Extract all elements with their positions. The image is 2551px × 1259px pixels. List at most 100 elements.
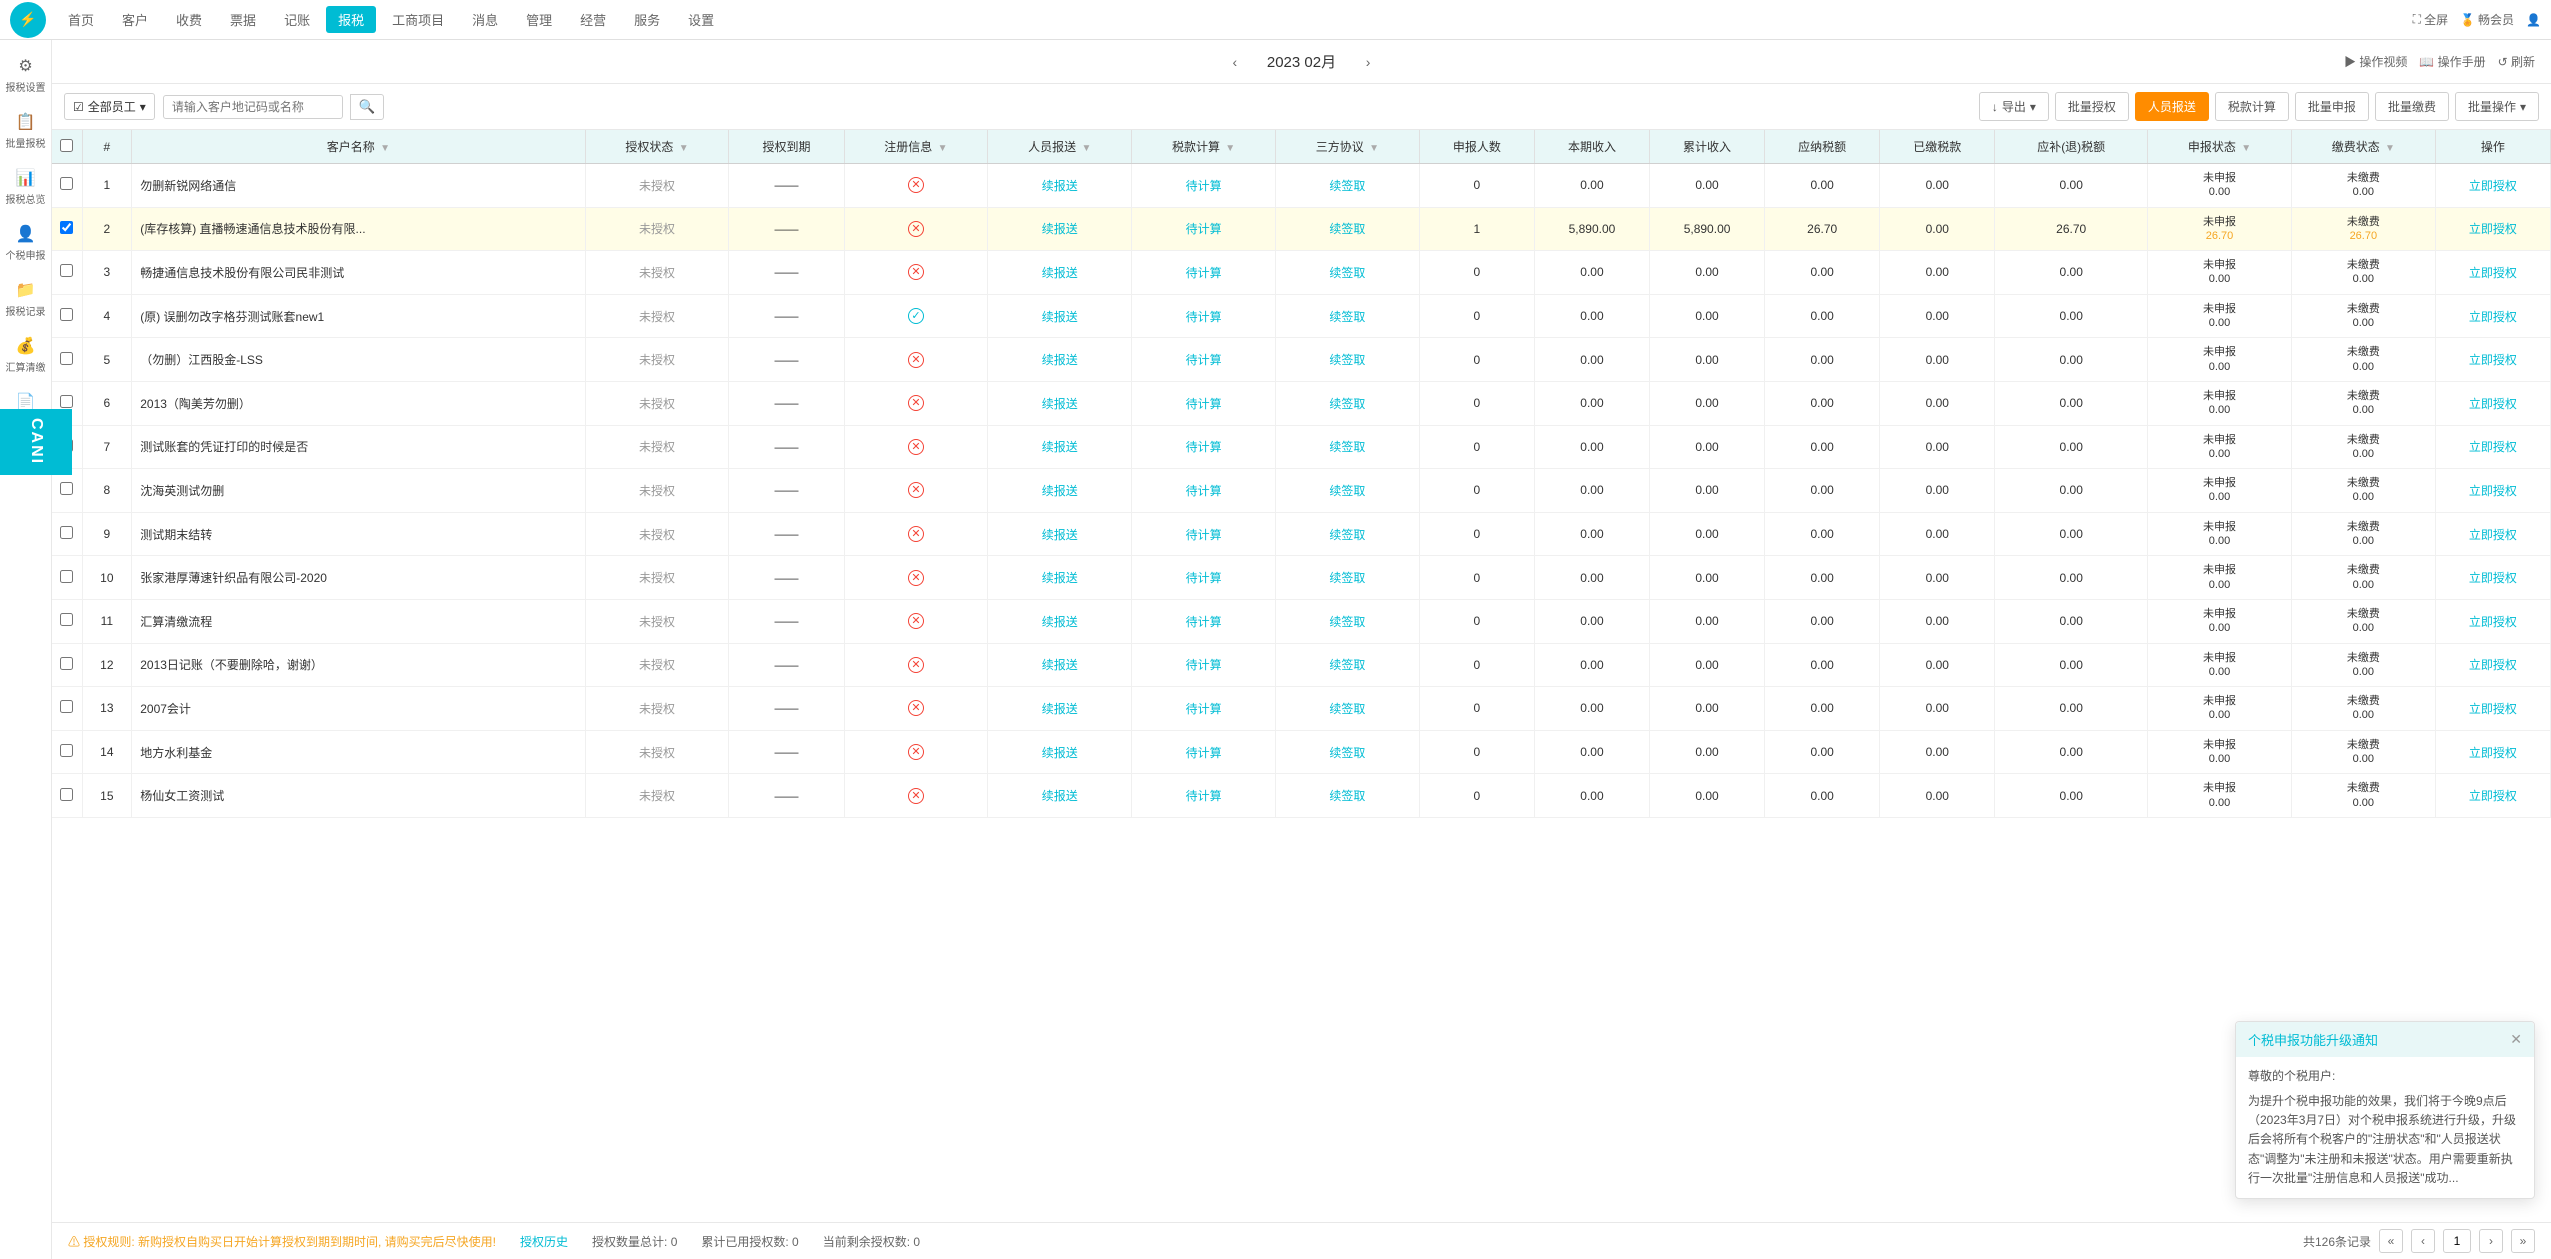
tax-calc-link[interactable]: 待计算 [1186, 789, 1222, 803]
tax-calc-btn[interactable]: 税款计算 [2215, 92, 2289, 121]
nav-item-报税[interactable]: 报税 [326, 6, 376, 33]
action-link[interactable]: 立即授权 [2469, 266, 2517, 280]
person-send-link[interactable]: 续报送 [1042, 266, 1078, 280]
person-send-link[interactable]: 续报送 [1042, 484, 1078, 498]
row-checkbox[interactable] [60, 395, 73, 408]
sidebar-item-personal-tax[interactable]: 👤个税申报 [4, 216, 48, 268]
nav-item-设置[interactable]: 设置 [676, 6, 726, 33]
triparty-link[interactable]: 续签取 [1329, 179, 1365, 193]
triparty-link[interactable]: 续签取 [1329, 397, 1365, 411]
row-checkbox[interactable] [60, 657, 73, 670]
operation-video-link[interactable]: ▶ 操作视频 [2344, 53, 2407, 70]
tax-calc-link[interactable]: 待计算 [1186, 353, 1222, 367]
name-filter-icon[interactable]: ▼ [380, 143, 390, 154]
user-icon[interactable]: 👤 [2526, 13, 2541, 27]
sidebar-item-remit-tax[interactable]: 💰汇算清缴 [4, 328, 48, 380]
prev-month-btn[interactable]: ‹ [1223, 50, 1247, 74]
select-all-checkbox[interactable] [60, 139, 73, 152]
member-btn[interactable]: 🏅 畅会员 [2460, 11, 2514, 28]
action-link[interactable]: 立即授权 [2469, 746, 2517, 760]
tax-calc-link[interactable]: 待计算 [1186, 571, 1222, 585]
tax-calc-link[interactable]: 待计算 [1186, 484, 1222, 498]
nav-item-经营[interactable]: 经营 [568, 6, 618, 33]
last-page-btn[interactable]: » [2511, 1229, 2535, 1253]
bulk-auth-btn[interactable]: 批量授权 [2055, 92, 2129, 121]
row-checkbox[interactable] [60, 482, 73, 495]
action-link[interactable]: 立即授权 [2469, 353, 2517, 367]
tax-calc-filter-icon[interactable]: ▼ [1225, 143, 1235, 154]
row-checkbox[interactable] [60, 264, 73, 277]
cani-badge[interactable]: CANI [0, 409, 72, 475]
action-link[interactable]: 立即授权 [2469, 310, 2517, 324]
triparty-filter-icon[interactable]: ▼ [1369, 143, 1379, 154]
person-send-link[interactable]: 续报送 [1042, 310, 1078, 324]
action-link[interactable]: 立即授权 [2469, 702, 2517, 716]
row-checkbox[interactable] [60, 744, 73, 757]
action-link[interactable]: 立即授权 [2469, 571, 2517, 585]
tax-calc-link[interactable]: 待计算 [1186, 615, 1222, 629]
next-month-btn[interactable]: › [1356, 50, 1380, 74]
triparty-link[interactable]: 续签取 [1329, 440, 1365, 454]
fullscreen-btn[interactable]: ⛶ 全屏 [2413, 11, 2448, 28]
personal-send-btn[interactable]: 人员报送 [2135, 92, 2209, 121]
action-link[interactable]: 立即授权 [2469, 484, 2517, 498]
export-btn[interactable]: ↓ 导出 ▾ [1979, 92, 2049, 121]
person-send-link[interactable]: 续报送 [1042, 222, 1078, 236]
row-checkbox[interactable] [60, 177, 73, 190]
col-header-checkbox[interactable] [52, 130, 82, 164]
row-checkbox[interactable] [60, 352, 73, 365]
triparty-link[interactable]: 续签取 [1329, 353, 1365, 367]
tax-calc-link[interactable]: 待计算 [1186, 222, 1222, 236]
row-checkbox[interactable] [60, 526, 73, 539]
notification-close-btn[interactable]: ✕ [2510, 1031, 2522, 1048]
sidebar-item-bulk-tax[interactable]: 📋批量报税 [4, 104, 48, 156]
triparty-link[interactable]: 续签取 [1329, 484, 1365, 498]
action-link[interactable]: 立即授权 [2469, 179, 2517, 193]
bulk-file-btn[interactable]: 批量申报 [2295, 92, 2369, 121]
person-send-link[interactable]: 续报送 [1042, 658, 1078, 672]
nav-item-记账[interactable]: 记账 [272, 6, 322, 33]
person-send-link[interactable]: 续报送 [1042, 746, 1078, 760]
triparty-link[interactable]: 续签取 [1329, 702, 1365, 716]
bulk-pay-btn[interactable]: 批量缴费 [2375, 92, 2449, 121]
tax-calc-link[interactable]: 待计算 [1186, 702, 1222, 716]
auth-status-filter-icon[interactable]: ▼ [679, 143, 689, 154]
triparty-link[interactable]: 续签取 [1329, 528, 1365, 542]
row-checkbox[interactable] [60, 613, 73, 626]
triparty-link[interactable]: 续签取 [1329, 658, 1365, 672]
triparty-link[interactable]: 续签取 [1329, 746, 1365, 760]
page-number-input[interactable] [2443, 1229, 2471, 1253]
action-link[interactable]: 立即授权 [2469, 222, 2517, 236]
person-send-link[interactable]: 续报送 [1042, 353, 1078, 367]
nav-item-管理[interactable]: 管理 [514, 6, 564, 33]
person-send-link[interactable]: 续报送 [1042, 528, 1078, 542]
row-checkbox[interactable] [60, 570, 73, 583]
nav-item-客户[interactable]: 客户 [110, 6, 160, 33]
person-send-link[interactable]: 续报送 [1042, 440, 1078, 454]
first-page-btn[interactable]: « [2379, 1229, 2403, 1253]
sidebar-item-tax-records[interactable]: 📁报税记录 [4, 272, 48, 324]
nav-item-票据[interactable]: 票据 [218, 6, 268, 33]
sidebar-item-tax-settings[interactable]: ⚙报税设置 [4, 48, 48, 100]
triparty-link[interactable]: 续签取 [1329, 266, 1365, 280]
triparty-link[interactable]: 续签取 [1329, 615, 1365, 629]
triparty-link[interactable]: 续签取 [1329, 571, 1365, 585]
nav-item-工商项目[interactable]: 工商项目 [380, 6, 456, 33]
tax-calc-link[interactable]: 待计算 [1186, 528, 1222, 542]
nav-item-收费[interactable]: 收费 [164, 6, 214, 33]
tax-calc-link[interactable]: 待计算 [1186, 179, 1222, 193]
action-link[interactable]: 立即授权 [2469, 615, 2517, 629]
bulk-ops-btn[interactable]: 批量操作 ▾ [2455, 92, 2539, 121]
person-send-filter-icon[interactable]: ▼ [1081, 143, 1091, 154]
action-link[interactable]: 立即授权 [2469, 789, 2517, 803]
person-send-link[interactable]: 续报送 [1042, 571, 1078, 585]
next-page-btn[interactable]: › [2479, 1229, 2503, 1253]
tax-calc-link[interactable]: 待计算 [1186, 440, 1222, 454]
prev-page-btn[interactable]: ‹ [2411, 1229, 2435, 1253]
employee-filter-select[interactable]: ☑ 全部员工 ▾ [64, 93, 155, 120]
app-logo[interactable]: ⚡ [10, 2, 46, 38]
search-button[interactable]: 🔍 [350, 94, 385, 120]
tax-calc-link[interactable]: 待计算 [1186, 397, 1222, 411]
action-link[interactable]: 立即授权 [2469, 528, 2517, 542]
reg-info-filter-icon[interactable]: ▼ [938, 143, 948, 154]
